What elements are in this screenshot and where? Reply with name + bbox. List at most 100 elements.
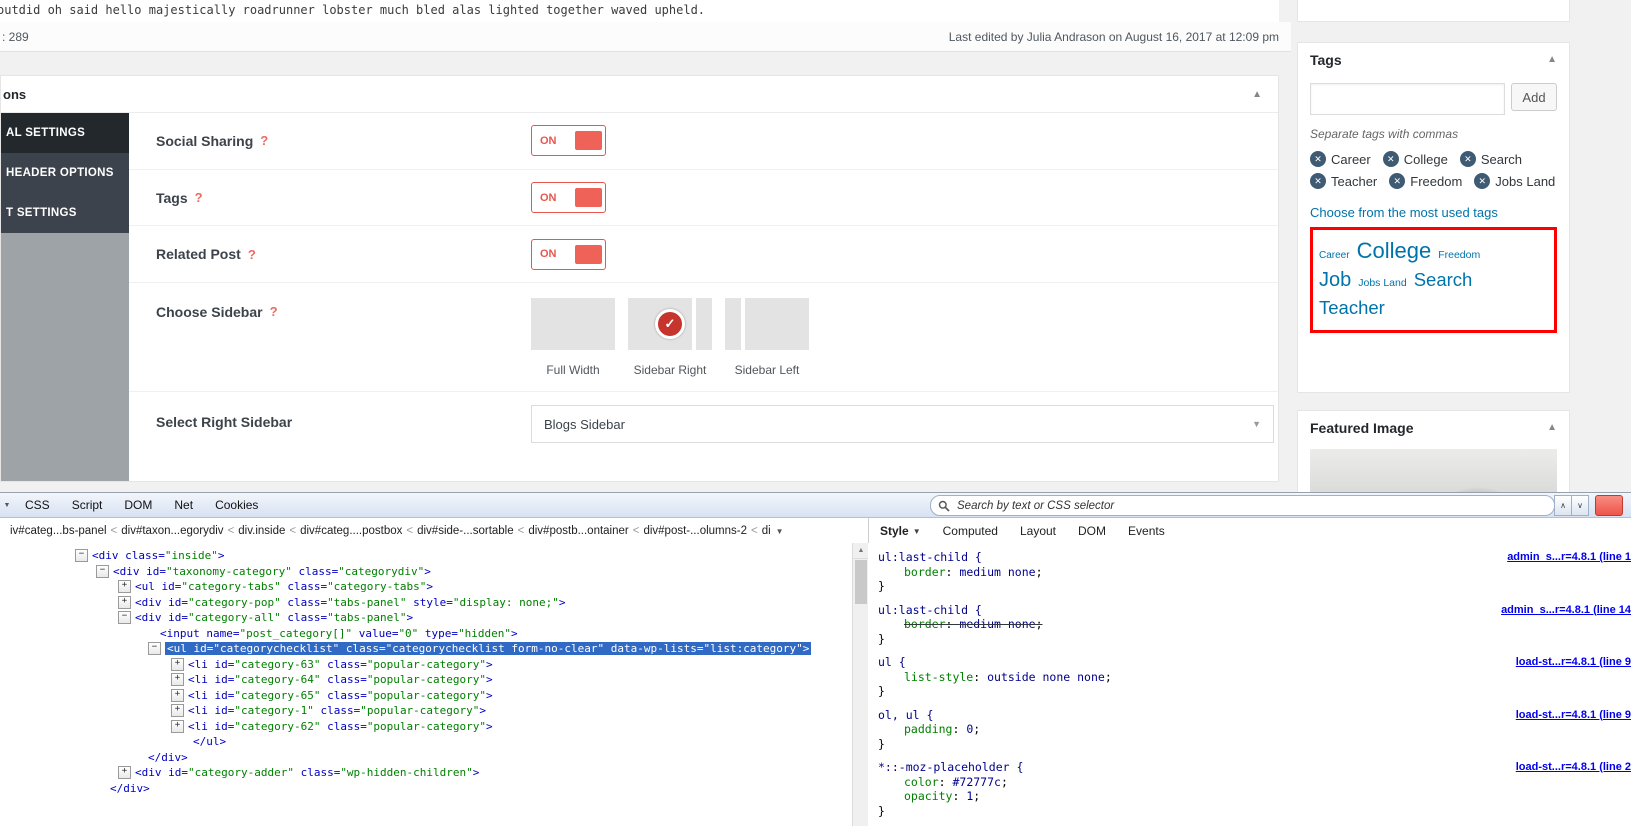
cloud-tag[interactable]: Freedom [1438,249,1480,261]
devtools-tab-css[interactable]: CSS [14,493,61,517]
tree-node[interactable]: + <li id="category-64" class="popular-cat… [0,672,852,688]
collapse-node-icon[interactable]: − [96,564,109,578]
tree-node[interactable]: </div> [0,750,852,766]
breadcrumb-node[interactable]: div#postb...ontainer [528,525,628,537]
tree-node[interactable]: + <li id="category-63" class="popular-cat… [0,657,852,673]
style-panel-tab-computed[interactable]: Computed [932,518,1009,544]
add-tag-button[interactable]: Add [1511,83,1557,111]
expand-node-icon[interactable]: + [171,719,184,733]
expand-node-icon[interactable]: + [118,595,131,609]
help-icon[interactable]: ? [248,247,256,262]
stylesheet-link[interactable]: admin_s...r=4.8.1 (line 14 [1501,603,1631,618]
devtools-tab-cookies[interactable]: Cookies [204,493,269,517]
stylesheet-link[interactable]: admin_s...r=4.8.1 (line 1 [1507,550,1631,565]
collapse-metabox-icon[interactable]: ▲ [1547,422,1557,433]
stylesheet-link[interactable]: load-st...r=4.8.1 (line 9 [1516,708,1631,723]
tree-node[interactable]: + <li id="category-62" class="popular-cat… [0,719,852,735]
breadcrumb-node[interactable]: iv#categ...bs-panel [10,525,107,537]
tree-node[interactable]: + <ul id="category-tabs" class="category-… [0,579,852,595]
html-tree: − <div class="inside"> − <div id="taxonomy-… [0,543,852,826]
breadcrumb-node[interactable]: div#categ....postbox [300,525,402,537]
tag-cloud: Career College Freedom Job Jobs Land Search Te… [1310,227,1557,333]
setting-label: Select Right Sidebar [156,414,293,431]
tree-node[interactable]: − <div class="inside"> [0,548,852,564]
sidebar-option-left[interactable]: Sidebar Left [725,298,809,377]
scrollbar-thumb[interactable] [855,560,867,604]
tree-node[interactable]: + <li id="category-65" class="popular-cat… [0,688,852,704]
cloud-tag[interactable]: Teacher [1319,297,1385,318]
firebug-menu-icon[interactable]: ▼ [0,502,14,509]
settings-menu-item[interactable]: AL SETTINGS [1,113,129,153]
breadcrumb-node[interactable]: div#post-...olumns-2 [643,525,747,537]
breadcrumb-overflow-icon[interactable]: ▼ [776,527,784,536]
settings-menu-item[interactable]: T SETTINGS [1,193,129,233]
remove-tag-icon[interactable]: ✕ [1474,173,1491,189]
breadcrumb-node[interactable]: div.inside [238,525,285,537]
expand-node-icon[interactable]: + [171,688,184,702]
help-icon[interactable]: ? [260,133,268,148]
remove-tag-icon[interactable]: ✕ [1382,151,1399,167]
remove-tag-icon[interactable]: ✕ [1389,173,1406,189]
sidebar-option-right[interactable]: ✓ Sidebar Right [628,298,712,377]
select-value: Blogs Sidebar [544,416,625,432]
previous-match-button[interactable]: ∧ [1554,495,1572,516]
expand-node-icon[interactable]: + [171,673,184,687]
cloud-tag[interactable]: Career [1319,250,1350,261]
help-icon[interactable]: ? [195,190,203,205]
cloud-tag[interactable]: Search [1414,269,1473,290]
most-used-tags-link[interactable]: Choose from the most used tags [1310,205,1498,220]
expand-node-icon[interactable]: + [171,704,184,718]
breadcrumb-node[interactable]: div#taxon...egorydiv [121,525,223,537]
right-sidebar-select[interactable]: Blogs Sidebar ▼ [531,405,1274,444]
tree-node[interactable]: − <ul id="categorychecklist" class="categ… [0,641,852,657]
stylesheet-link[interactable]: load-st...r=4.8.1 (line 2 [1516,760,1631,775]
style-panel-tab-events[interactable]: Events [1117,518,1176,544]
style-panel-tab-layout[interactable]: Layout [1009,518,1067,544]
tree-node[interactable]: <input name="post_category[]" value="0" … [0,626,852,642]
tree-node[interactable]: </div> [0,781,852,797]
next-match-button[interactable]: ∨ [1572,495,1589,516]
remove-tag-icon[interactable]: ✕ [1459,151,1476,167]
devtools-search[interactable] [930,495,1555,516]
featured-image-thumbnail[interactable] [1310,449,1557,493]
devtools-tab-net[interactable]: Net [163,493,204,517]
tree-node[interactable]: </ul> [0,734,852,750]
expand-node-icon[interactable]: + [171,657,184,671]
tree-node[interactable]: − <div id="taxonomy-category" class="cate… [0,564,852,580]
style-panel-tab-style[interactable]: Style ▼ [869,518,932,544]
remove-tag-icon[interactable]: ✕ [1310,151,1326,167]
expand-node-icon[interactable]: + [118,766,131,780]
collapse-node-icon[interactable]: − [75,549,88,563]
css-selector: ul:last-child { [878,550,982,564]
sidebar-option-full-width[interactable]: Full Width [531,298,615,377]
tags-metabox: Tags ▲ Add Separate tags with commas ✕ Ca… [1297,42,1570,393]
settings-menu-item[interactable]: HEADER OPTIONS [1,153,129,193]
tree-node[interactable]: + <div id="category-pop" class="tabs-pane… [0,595,852,611]
new-tag-input[interactable] [1310,83,1505,115]
cloud-tag[interactable]: Jobs Land [1358,277,1406,289]
tags-toggle[interactable]: ON [531,182,606,214]
stylesheet-link[interactable]: load-st...r=4.8.1 (line 9 [1516,655,1631,670]
devtools-tab-script[interactable]: Script [61,493,114,517]
cloud-tag[interactable]: Job [1319,269,1351,291]
collapse-panel-icon[interactable]: ▲ [1252,89,1262,100]
social-sharing-toggle[interactable]: ON [531,125,606,157]
tree-node[interactable]: + <div id="category-adder" class="wp-hidd… [0,765,852,781]
breadcrumb-node[interactable]: div#side-...sortable [417,525,514,537]
devtools-search-input[interactable] [955,498,1550,513]
tree-node[interactable]: + <li id="category-1" class="popular-cate… [0,703,852,719]
help-icon[interactable]: ? [270,304,278,319]
collapse-metabox-icon[interactable]: ▲ [1547,54,1557,65]
close-devtools-button[interactable] [1595,495,1623,516]
tree-node[interactable]: − <div id="category-all" class="tabs-pane… [0,610,852,626]
collapse-node-icon[interactable]: − [118,611,131,625]
collapse-node-icon[interactable]: − [148,642,161,656]
style-panel-tab-dom[interactable]: DOM [1067,518,1117,544]
devtools-tab-dom[interactable]: DOM [113,493,163,517]
scroll-up-icon[interactable]: ▲ [853,543,869,559]
remove-tag-icon[interactable]: ✕ [1310,173,1326,189]
related-post-toggle[interactable]: ON [531,238,606,270]
expand-node-icon[interactable]: + [118,580,131,594]
breadcrumb-node[interactable]: di [762,525,771,537]
cloud-tag[interactable]: College [1357,238,1432,263]
